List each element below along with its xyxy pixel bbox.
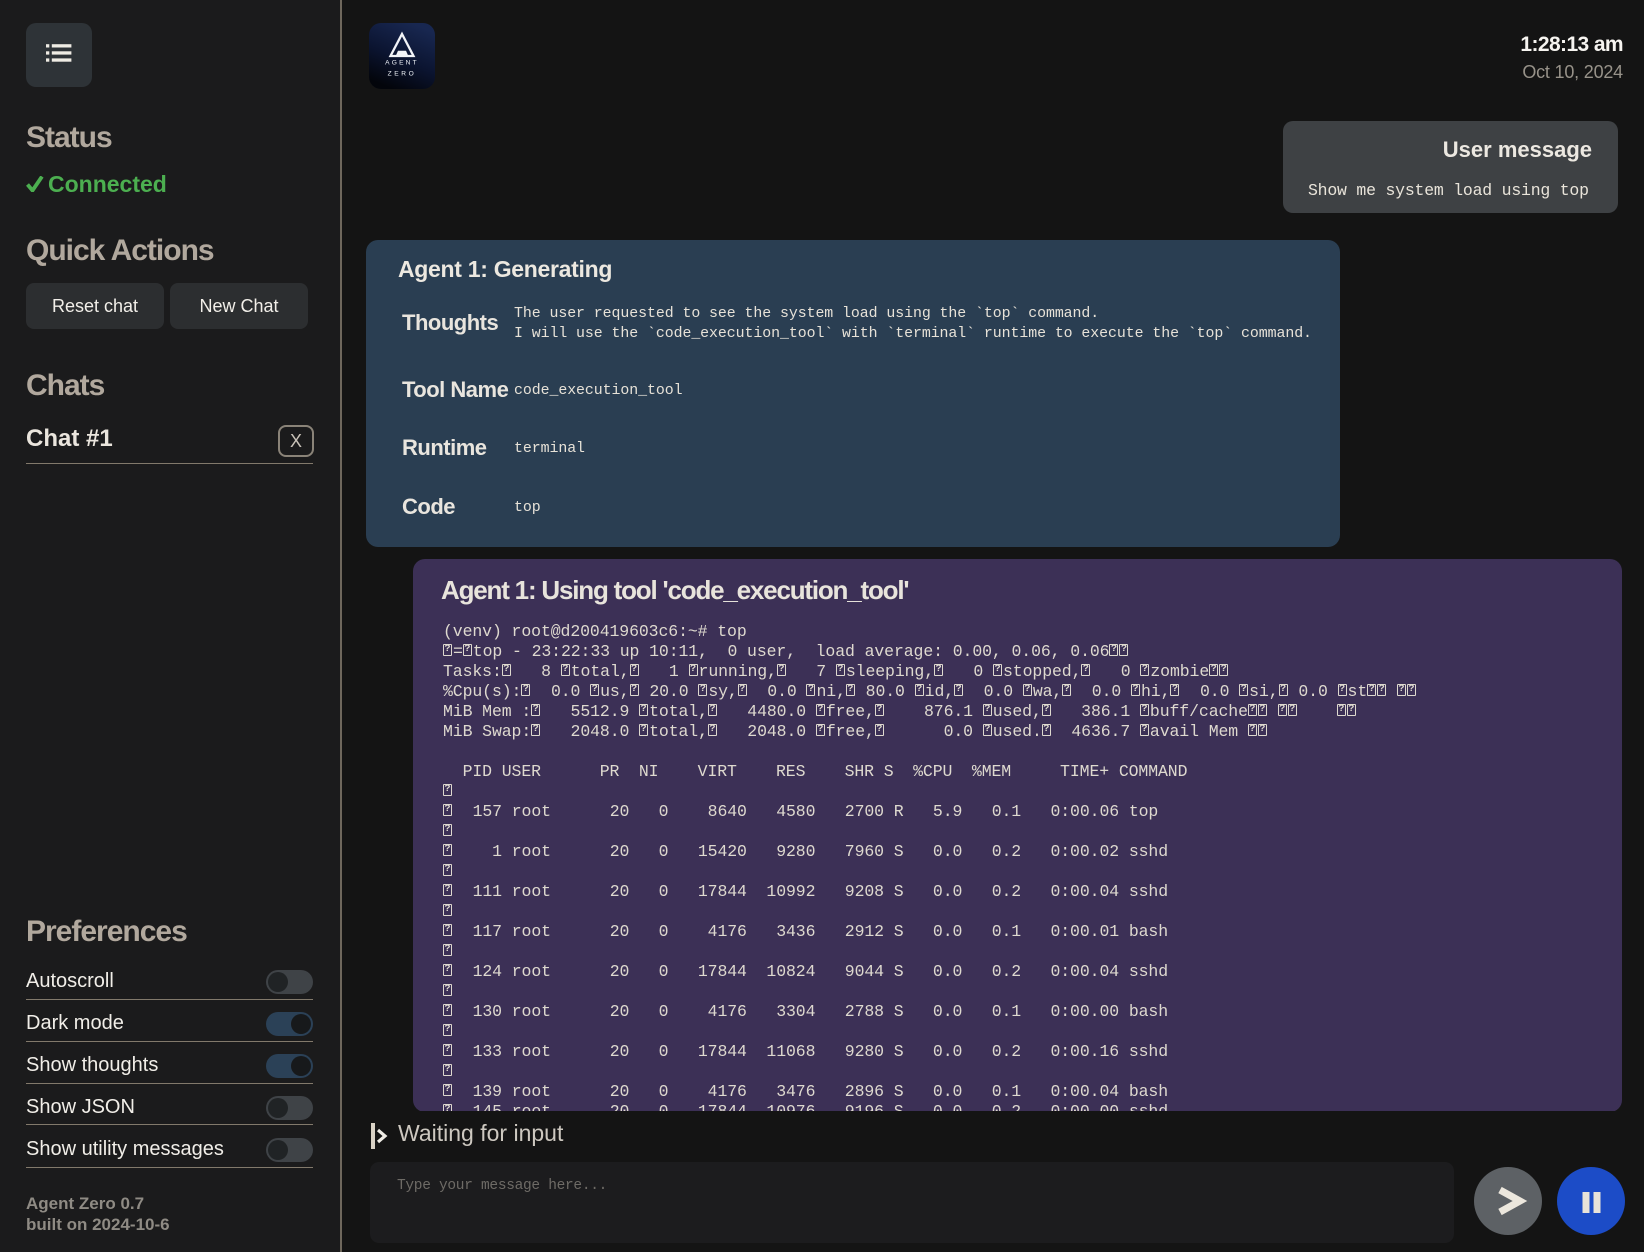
svg-text:AGENT: AGENT — [385, 60, 419, 67]
svg-text:ZERO: ZERO — [388, 71, 417, 78]
